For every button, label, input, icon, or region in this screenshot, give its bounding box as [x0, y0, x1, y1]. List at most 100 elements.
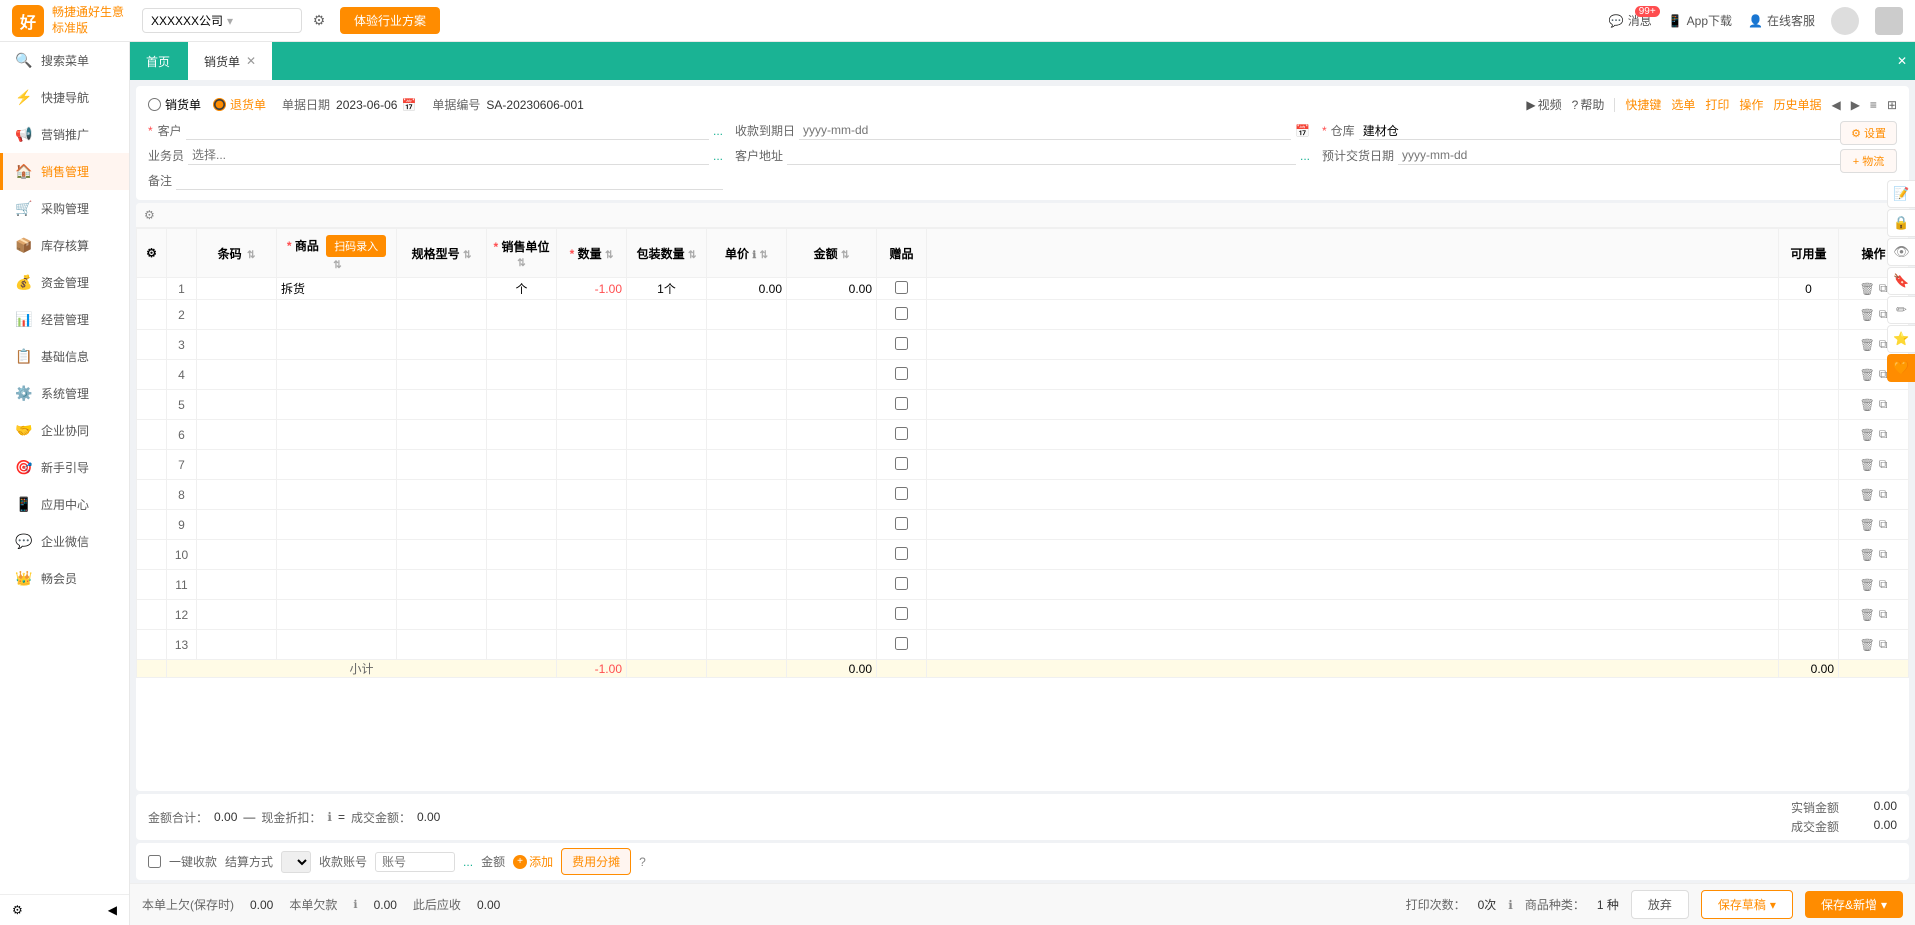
tab-sales-order[interactable]: 销货单 ✕	[188, 42, 272, 80]
action-print[interactable]: 打印	[1705, 96, 1729, 113]
r2-sp[interactable]	[397, 300, 487, 330]
delivery-date-input[interactable]	[1398, 146, 1878, 165]
date-calendar-icon[interactable]: 📅	[401, 98, 416, 112]
row-gift-1[interactable]	[877, 278, 927, 300]
avatar[interactable]	[1831, 7, 1859, 35]
radio-sales-input[interactable]	[148, 98, 161, 111]
product-sort[interactable]: ⇅	[333, 260, 341, 271]
sidebar-item-quick-nav[interactable]: ⚡ 快捷导航	[0, 79, 129, 116]
sidebar-item-apps[interactable]: 📱 应用中心	[0, 486, 129, 523]
view-list-icon[interactable]: ≡	[1870, 98, 1877, 112]
warehouse-input[interactable]	[1359, 121, 1883, 140]
float-btn-1[interactable]: 📝	[1887, 180, 1915, 208]
sidebar-item-wechat[interactable]: 💬 企业微信	[0, 523, 129, 560]
action-help[interactable]: ? 帮助	[1572, 96, 1605, 113]
customer-input[interactable]	[186, 121, 709, 140]
action-shortcut[interactable]: 快捷键	[1625, 96, 1661, 113]
settings-bottom-icon[interactable]: ⚙	[12, 903, 23, 917]
table-settings-icon[interactable]: ⚙	[144, 208, 155, 222]
account-input[interactable]	[375, 852, 455, 872]
sidebar-item-guide[interactable]: 🎯 新手引导	[0, 449, 129, 486]
expense-help-icon[interactable]: ?	[639, 855, 646, 869]
spec-sort[interactable]: ⇅	[463, 250, 471, 261]
r2-a[interactable]	[787, 300, 877, 330]
float-btn-3[interactable]: 👁	[1887, 238, 1915, 266]
view-grid-icon[interactable]: ⊞	[1887, 98, 1897, 112]
row-barcode-1[interactable]	[197, 278, 277, 300]
due-date-input[interactable]	[799, 121, 1291, 140]
salesperson-input[interactable]	[188, 146, 709, 165]
sidebar-item-sales[interactable]: 🏠 销售管理	[0, 153, 129, 190]
r2-q[interactable]	[557, 300, 627, 330]
pkg-sort[interactable]: ⇅	[688, 250, 696, 261]
float-btn-4[interactable]: 🔖	[1887, 267, 1915, 295]
scan-button[interactable]: 扫码录入	[326, 235, 386, 257]
tab-close-icon[interactable]: ✕	[246, 54, 256, 68]
add-payment-btn[interactable]: + 添加	[513, 853, 553, 870]
draft-button[interactable]: 保存草稿 ▾	[1701, 890, 1793, 919]
r2-u[interactable]	[487, 300, 557, 330]
r2-pk[interactable]	[627, 300, 707, 330]
nav-next-icon[interactable]: ▶	[1851, 98, 1860, 112]
company-selector[interactable]: XXXXXX公司 ▾	[142, 8, 302, 33]
cash-discount-info-icon[interactable]: ℹ	[327, 810, 332, 824]
sidebar-item-basic[interactable]: 📋 基础信息	[0, 338, 129, 375]
gift-checkbox-1[interactable]	[895, 281, 908, 294]
abandon-button[interactable]: 放弃	[1631, 890, 1689, 919]
float-btn-2[interactable]: 🔒	[1887, 209, 1915, 237]
customer-address-input[interactable]	[787, 146, 1296, 165]
nav-prev-icon[interactable]: ◀	[1831, 98, 1840, 112]
print-info-icon[interactable]: ℹ	[1508, 898, 1513, 912]
radio-sales-order[interactable]: 销货单	[148, 96, 201, 113]
action-video[interactable]: ▶ 视频	[1526, 96, 1561, 113]
online-service-item[interactable]: 👤 在线客服	[1748, 12, 1815, 29]
save-new-button[interactable]: 保存&新增 ▾	[1805, 891, 1903, 918]
r2-b[interactable]	[197, 300, 277, 330]
float-btn-6[interactable]: ⭐	[1887, 325, 1915, 353]
sidebar-item-member[interactable]: 👑 畅会员	[0, 560, 129, 597]
unit-sort[interactable]: ⇅	[517, 258, 525, 269]
float-btn-5[interactable]: ✏	[1887, 296, 1915, 324]
radio-return-order[interactable]: 退货单	[213, 96, 266, 113]
sidebar-item-inventory[interactable]: 📦 库存核算	[0, 227, 129, 264]
del-2[interactable]: 🗑	[1860, 308, 1875, 322]
r2-pr[interactable]	[707, 300, 787, 330]
price-info-icon[interactable]: ℹ	[752, 250, 756, 261]
sidebar-item-finance[interactable]: 💰 资金管理	[0, 264, 129, 301]
expense-split-btn[interactable]: 费用分摊	[561, 848, 631, 875]
qty-sort[interactable]: ⇅	[605, 250, 613, 261]
barcode-sort[interactable]: ⇅	[247, 250, 255, 261]
app-download-item[interactable]: 📱 App下载	[1668, 12, 1732, 29]
user-menu[interactable]	[1875, 7, 1903, 35]
amount-sort[interactable]: ⇅	[841, 250, 849, 261]
price-sort[interactable]: ⇅	[760, 250, 768, 261]
trial-button[interactable]: 体验行业方案	[340, 7, 440, 34]
customer-dots-btn[interactable]: ...	[713, 124, 723, 138]
gift-cb-2[interactable]	[895, 307, 908, 320]
delete-icon-1[interactable]: 🗑	[1860, 282, 1875, 296]
order-owe-info-icon[interactable]: ℹ	[353, 898, 357, 911]
settings-button[interactable]: ⚙ 设置	[1840, 121, 1897, 145]
table-scroll-container[interactable]: ⚙ 条码 ⇅ * 商品 扫码录入	[136, 228, 1909, 791]
action-operate[interactable]: 操作	[1739, 96, 1763, 113]
one-click-checkbox[interactable]	[148, 855, 161, 868]
sidebar-item-search[interactable]: 🔍 搜索菜单	[0, 42, 129, 79]
tab-home[interactable]: 首页	[130, 42, 186, 80]
address-dots-btn[interactable]: ...	[1300, 149, 1310, 163]
sidebar-item-marketing[interactable]: 📢 营销推广	[0, 116, 129, 153]
r2-p[interactable]	[277, 300, 397, 330]
close-window-icon[interactable]: ✕	[1897, 54, 1907, 68]
sidebar-item-system[interactable]: ⚙️ 系统管理	[0, 375, 129, 412]
sidebar-item-purchase[interactable]: 🛒 采购管理	[0, 190, 129, 227]
due-date-calendar-icon[interactable]: 📅	[1295, 124, 1310, 138]
salesperson-dots-btn[interactable]: ...	[713, 149, 723, 163]
collapse-icon[interactable]: ◀	[108, 903, 117, 917]
remark-input[interactable]	[176, 171, 723, 190]
row-spec-1[interactable]	[397, 278, 487, 300]
action-history[interactable]: 历史单据	[1773, 96, 1821, 113]
logistics-button[interactable]: + 物流	[1840, 149, 1897, 173]
message-item[interactable]: 💬 消息 99+	[1609, 12, 1652, 29]
sidebar-item-enterprise[interactable]: 🤝 企业协同	[0, 412, 129, 449]
radio-return-input[interactable]	[213, 98, 226, 111]
account-dots-btn[interactable]: ...	[463, 855, 473, 869]
